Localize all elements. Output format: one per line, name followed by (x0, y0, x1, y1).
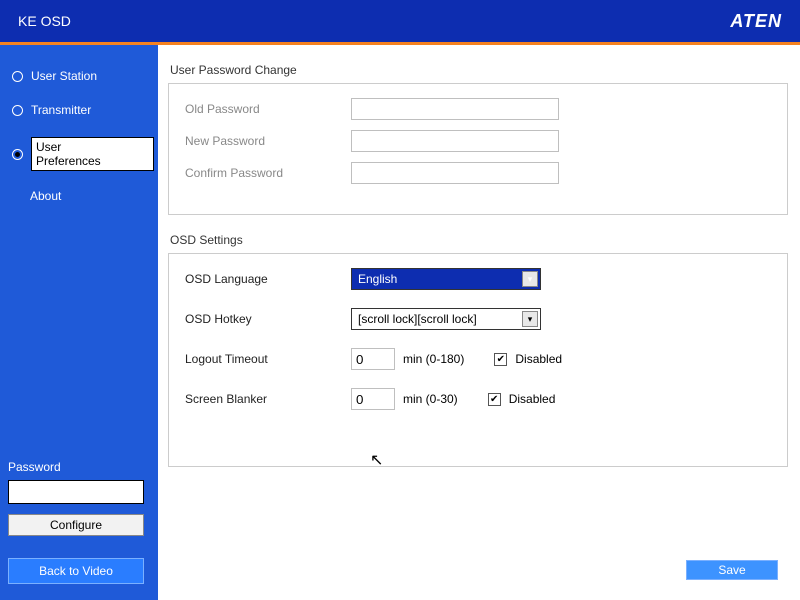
osd-language-value: English (358, 272, 397, 286)
logout-timeout-suffix: min (0-180) (403, 352, 464, 366)
sidebar-sub-label: About (30, 189, 61, 203)
osd-hotkey-label: OSD Hotkey (185, 312, 351, 326)
new-password-label: New Password (185, 134, 351, 148)
screen-blanker-label: Screen Blanker (185, 392, 351, 406)
password-input[interactable] (8, 480, 144, 504)
brand-logo: ATEN (730, 11, 782, 32)
osd-hotkey-value: [scroll lock][scroll lock] (358, 312, 477, 326)
password-label: Password (8, 460, 150, 474)
chevron-down-icon: ▾ (522, 311, 538, 327)
blanker-disabled-label: Disabled (509, 392, 556, 406)
back-to-video-button[interactable]: Back to Video (8, 558, 144, 584)
screen-blanker-input[interactable] (351, 388, 395, 410)
sidebar-item-label: User Preferences (31, 137, 154, 171)
confirm-password-input[interactable] (351, 162, 559, 184)
sidebar-item-label: Transmitter (31, 103, 91, 117)
logout-timeout-input[interactable] (351, 348, 395, 370)
sidebar-item-label: User Station (31, 69, 97, 83)
radio-icon (12, 149, 23, 160)
osd-hotkey-select[interactable]: [scroll lock][scroll lock] ▾ (351, 308, 541, 330)
confirm-password-label: Confirm Password (185, 166, 351, 180)
chevron-down-icon: ▾ (522, 271, 538, 287)
osd-language-select[interactable]: English ▾ (351, 268, 541, 290)
titlebar: KE OSD ATEN (0, 0, 800, 42)
sidebar: User Station Transmitter User Preference… (0, 45, 158, 600)
osd-settings-panel: OSD Language English ▾ OSD Hotkey [scrol… (168, 253, 788, 467)
radio-icon (12, 71, 23, 82)
sidebar-item-transmitter[interactable]: Transmitter (8, 97, 158, 123)
section-title-osd: OSD Settings (170, 233, 788, 247)
radio-icon (12, 105, 23, 116)
old-password-input[interactable] (351, 98, 559, 120)
section-title-password: User Password Change (170, 63, 788, 77)
sidebar-sub-about[interactable]: About (30, 185, 158, 207)
sidebar-item-user-preferences[interactable]: User Preferences (8, 131, 158, 177)
logout-disabled-checkbox[interactable]: ✔ (494, 353, 507, 366)
screen-blanker-suffix: min (0-30) (403, 392, 458, 406)
logout-timeout-label: Logout Timeout (185, 352, 351, 366)
password-change-panel: Old Password New Password Confirm Passwo… (168, 83, 788, 215)
old-password-label: Old Password (185, 102, 351, 116)
app-title: KE OSD (18, 13, 71, 29)
save-button[interactable]: Save (686, 560, 778, 580)
logout-disabled-label: Disabled (515, 352, 562, 366)
new-password-input[interactable] (351, 130, 559, 152)
main-content: User Password Change Old Password New Pa… (158, 45, 800, 600)
sidebar-item-user-station[interactable]: User Station (8, 63, 158, 89)
osd-language-label: OSD Language (185, 272, 351, 286)
configure-button[interactable]: Configure (8, 514, 144, 536)
blanker-disabled-checkbox[interactable]: ✔ (488, 393, 501, 406)
